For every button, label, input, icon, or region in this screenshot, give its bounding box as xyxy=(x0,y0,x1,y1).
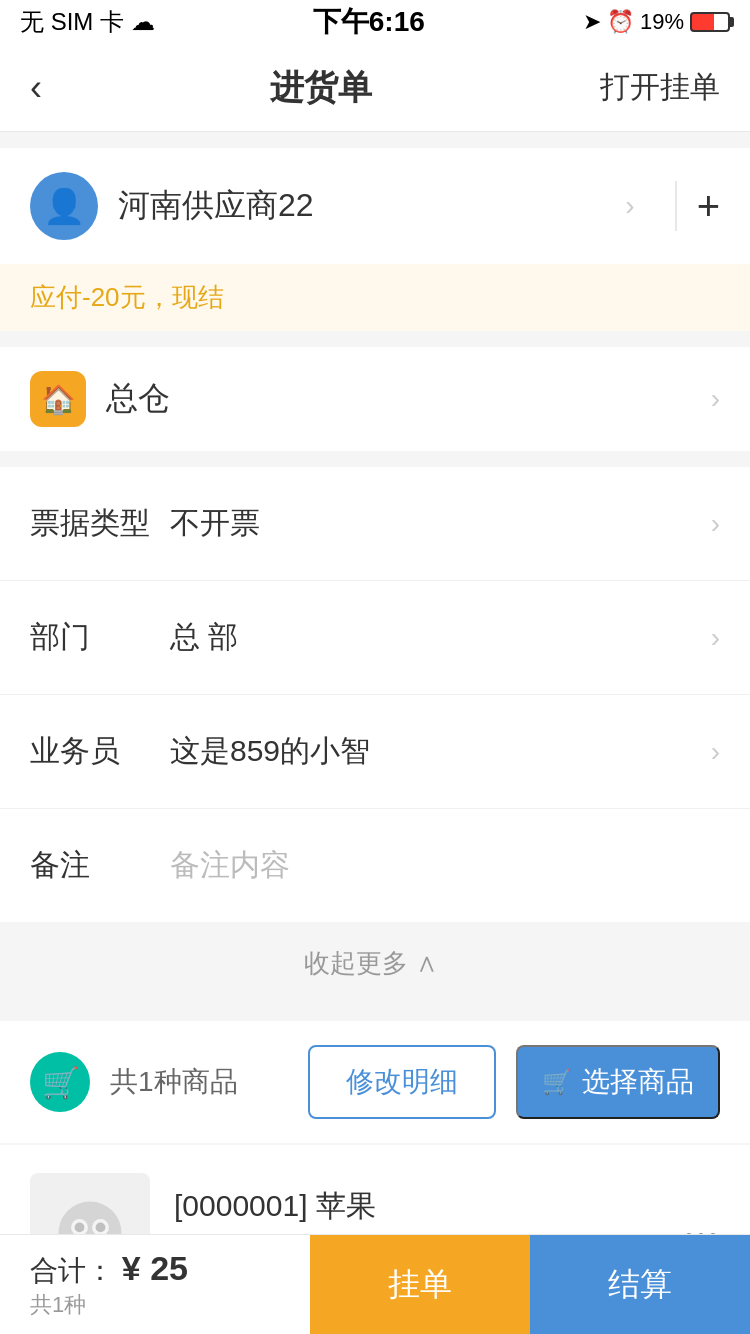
department-arrow-icon: › xyxy=(711,622,720,654)
supplier-arrow-icon: › xyxy=(625,190,634,222)
warehouse-icon-inner: 🏠 xyxy=(41,383,76,416)
product-code: [0000001] xyxy=(174,1189,307,1222)
total-amount: ¥ 25 xyxy=(122,1249,188,1287)
svg-point-3 xyxy=(75,1223,85,1233)
salesperson-value: 这是859的小智 xyxy=(170,731,711,772)
back-button[interactable]: ‹ xyxy=(30,67,42,109)
warehouse-name: 总仓 xyxy=(106,377,711,421)
alarm-icon: ⏰ xyxy=(607,9,634,35)
department-value: 总 部 xyxy=(170,617,711,658)
status-time: 下午6:16 xyxy=(313,3,425,41)
warehouse-section[interactable]: 🏠 总仓 › xyxy=(0,347,750,451)
battery-icon xyxy=(690,12,730,32)
product-bag-icon: 🛒 xyxy=(42,1065,79,1100)
salesperson-label: 业务员 xyxy=(30,731,170,772)
settle-button[interactable]: 结算 xyxy=(530,1235,750,1334)
invoice-type-label: 票据类型 xyxy=(30,503,170,544)
supplier-add-button[interactable]: + xyxy=(697,184,720,229)
footer: 合计： ¥ 25 共1种 挂单 结算 xyxy=(0,1234,750,1334)
select-product-label: 选择商品 xyxy=(582,1063,694,1101)
select-product-button[interactable]: 🛒 选择商品 xyxy=(516,1045,720,1119)
select-product-icon: 🛒 xyxy=(542,1068,572,1096)
total-label: 合计： xyxy=(30,1255,114,1286)
salesperson-row[interactable]: 业务员 这是859的小智 › xyxy=(0,695,750,809)
product-header: 🛒 共1种商品 修改明细 🛒 选择商品 xyxy=(0,1021,750,1143)
footer-total: 合计： ¥ 25 共1种 xyxy=(0,1235,310,1334)
remark-label: 备注 xyxy=(30,845,170,886)
product-count-icon: 🛒 xyxy=(30,1052,90,1112)
remark-row[interactable]: 备注 备注内容 xyxy=(0,809,750,922)
location-icon: ➤ xyxy=(583,9,601,35)
supplier-divider xyxy=(675,181,677,231)
pending-button[interactable]: 挂单 xyxy=(310,1235,530,1334)
supplier-notice: 应付-20元，现结 xyxy=(0,264,750,331)
warehouse-icon: 🏠 xyxy=(30,371,86,427)
supplier-avatar: 👤 xyxy=(30,172,98,240)
invoice-type-row[interactable]: 票据类型 不开票 › xyxy=(0,467,750,581)
footer-total-sub: 共1种 xyxy=(30,1290,280,1320)
supplier-section: 👤 河南供应商22 › + 应付-20元，现结 xyxy=(0,148,750,331)
supplier-name: 河南供应商22 xyxy=(118,184,625,228)
open-pending-button[interactable]: 打开挂单 xyxy=(600,67,720,108)
product-name: [0000001] 苹果 xyxy=(174,1186,660,1227)
battery-percent: 19% xyxy=(640,9,684,35)
product-count-label: 共1种商品 xyxy=(110,1063,288,1101)
department-label: 部门 xyxy=(30,617,170,658)
modify-detail-button[interactable]: 修改明细 xyxy=(308,1045,496,1119)
collapse-bar[interactable]: 收起更多 ∧ xyxy=(0,922,750,1005)
collapse-label: 收起更多 ∧ xyxy=(304,946,437,981)
sim-label: 无 SIM 卡 ☁ xyxy=(20,6,155,38)
department-row[interactable]: 部门 总 部 › xyxy=(0,581,750,695)
status-left: 无 SIM 卡 ☁ xyxy=(20,6,155,38)
status-right: ➤ ⏰ 19% xyxy=(583,9,730,35)
footer-total-line: 合计： ¥ 25 xyxy=(30,1249,280,1290)
status-bar: 无 SIM 卡 ☁ 下午6:16 ➤ ⏰ 19% xyxy=(0,0,750,44)
invoice-type-value: 不开票 xyxy=(170,503,711,544)
product-title: 苹果 xyxy=(316,1189,376,1222)
remark-input[interactable]: 备注内容 xyxy=(170,845,720,886)
form-section: 票据类型 不开票 › 部门 总 部 › 业务员 这是859的小智 › 备注 备注… xyxy=(0,467,750,922)
page-title: 进货单 xyxy=(270,65,372,111)
supplier-avatar-icon: 👤 xyxy=(43,186,85,226)
supplier-row[interactable]: 👤 河南供应商22 › + xyxy=(0,148,750,264)
nav-bar: ‹ 进货单 打开挂单 xyxy=(0,44,750,132)
invoice-type-arrow-icon: › xyxy=(711,508,720,540)
svg-point-4 xyxy=(96,1223,106,1233)
warehouse-arrow-icon: › xyxy=(711,383,720,415)
salesperson-arrow-icon: › xyxy=(711,736,720,768)
